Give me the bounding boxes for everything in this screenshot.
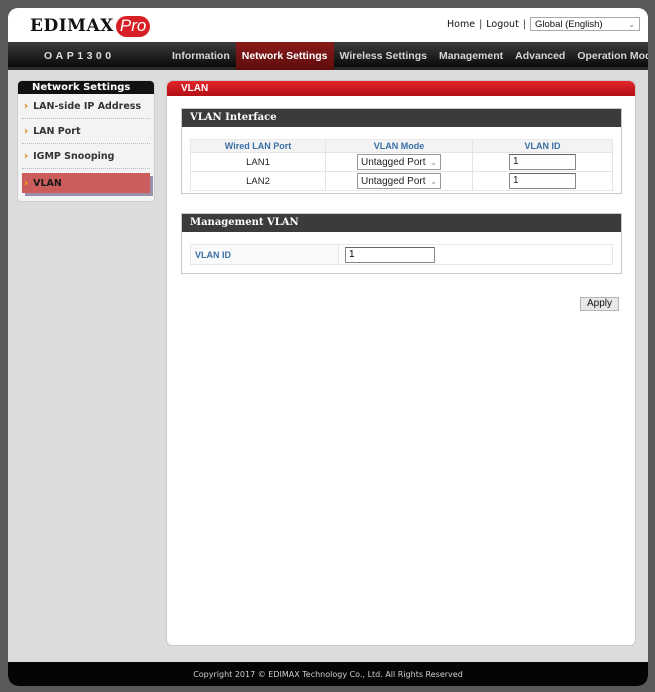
sidebar-item-label: VLAN	[33, 177, 62, 189]
vlan-mode-value: Untagged Port	[361, 156, 426, 168]
logo-pro-badge: Pro	[115, 15, 151, 37]
vlan-id-cell: 1	[338, 244, 613, 265]
footer-copyright: Copyright 2017 © EDIMAX Technology Co., …	[8, 662, 648, 686]
nav-management[interactable]: Management	[433, 42, 509, 70]
vlan-id-cell: 1	[472, 152, 613, 172]
apply-button[interactable]: Apply	[580, 297, 619, 311]
table-row: VLAN ID 1	[190, 244, 613, 265]
sidebar-item-label: LAN Port	[33, 125, 81, 137]
mode-cell: Untagged Port ⌄	[325, 152, 473, 172]
vlan-interface-panel: VLAN Interface Wired LAN Port VLAN Mode …	[181, 108, 622, 194]
panel-title: Management VLAN	[182, 214, 621, 232]
column-header: Wired LAN Port	[190, 139, 326, 153]
table-header-row: Wired LAN Port VLAN Mode VLAN ID	[190, 139, 613, 153]
nav-advanced[interactable]: Advanced	[509, 42, 571, 70]
vlan-mode-value: Untagged Port	[361, 175, 426, 187]
sidebar-item-vlan[interactable]: › VLAN	[22, 173, 150, 193]
logout-link[interactable]: Logout	[486, 19, 519, 30]
table-row: LAN2 Untagged Port ⌄ 1	[190, 171, 613, 191]
vlan-mode-select[interactable]: Untagged Port ⌄	[357, 173, 441, 189]
link-separator: |	[522, 18, 526, 30]
edimax-logo: EDIMAX Pro	[30, 14, 151, 38]
vlan-id-input[interactable]: 1	[509, 154, 576, 170]
nav-tabs: Information Network Settings Wireless Se…	[166, 42, 648, 70]
chevron-down-icon: ⌄	[430, 157, 437, 167]
vlan-id-cell: 1	[472, 171, 613, 191]
home-link[interactable]: Home	[447, 19, 475, 30]
sidebar-item-lan-port[interactable]: › LAN Port	[22, 119, 150, 144]
logo-text: EDIMAX	[30, 16, 114, 36]
management-vlan-id-input[interactable]: 1	[345, 246, 435, 263]
sidebar-title: Network Settings	[18, 81, 154, 94]
sidebar: Network Settings › LAN-side IP Address ›…	[17, 80, 155, 202]
chevron-down-icon: ⌄	[628, 19, 635, 29]
management-vlan-panel: Management VLAN VLAN ID 1	[181, 213, 622, 274]
nav-information[interactable]: Information	[166, 42, 236, 70]
port-cell: LAN1	[190, 152, 326, 172]
vlan-id-input[interactable]: 1	[509, 173, 576, 189]
link-separator: |	[479, 18, 483, 30]
mode-cell: Untagged Port ⌄	[325, 171, 473, 191]
chevron-right-icon: ›	[24, 125, 29, 137]
table-row: LAN1 Untagged Port ⌄ 1	[190, 152, 613, 172]
chevron-right-icon: ›	[24, 100, 29, 112]
header: EDIMAX Pro Home | Logout | Global (Engli…	[8, 8, 648, 42]
language-select[interactable]: Global (English) ⌄	[530, 17, 640, 31]
chevron-right-icon: ›	[24, 177, 29, 189]
column-header: VLAN Mode	[325, 139, 473, 153]
column-header: VLAN ID	[472, 139, 613, 153]
nav-wireless-settings[interactable]: Wireless Settings	[334, 42, 433, 70]
top-links: Home | Logout | Global (English) ⌄	[447, 17, 640, 31]
nav-network-settings[interactable]: Network Settings	[235, 42, 334, 70]
vlan-interface-table: Wired LAN Port VLAN Mode VLAN ID LAN1 Un…	[190, 139, 613, 191]
sidebar-item-label: LAN-side IP Address	[33, 100, 142, 112]
language-value: Global (English)	[535, 18, 603, 30]
panel-title: VLAN Interface	[182, 109, 621, 127]
sidebar-item-label: IGMP Snooping	[33, 150, 115, 162]
chevron-down-icon: ⌄	[430, 176, 437, 186]
sidebar-item-igmp-snooping[interactable]: › IGMP Snooping	[22, 144, 150, 169]
management-vlan-table: VLAN ID 1	[190, 244, 613, 265]
main-content: VLAN VLAN Interface Wired LAN Port VLAN …	[166, 80, 636, 646]
model-name: OAP1300	[44, 50, 115, 62]
page-title: VLAN	[167, 81, 635, 96]
port-cell: LAN2	[190, 171, 326, 191]
browser-frame: EDIMAX Pro Home | Logout | Global (Engli…	[8, 8, 648, 686]
chevron-right-icon: ›	[24, 150, 29, 162]
sidebar-item-lan-side-ip[interactable]: › LAN-side IP Address	[22, 94, 150, 119]
vlan-mode-select[interactable]: Untagged Port ⌄	[357, 154, 441, 170]
main-navbar: OAP1300 Information Network Settings Wir…	[8, 42, 648, 70]
nav-operation-mode[interactable]: Operation Mode	[571, 42, 648, 70]
vlan-id-label: VLAN ID	[190, 244, 339, 265]
